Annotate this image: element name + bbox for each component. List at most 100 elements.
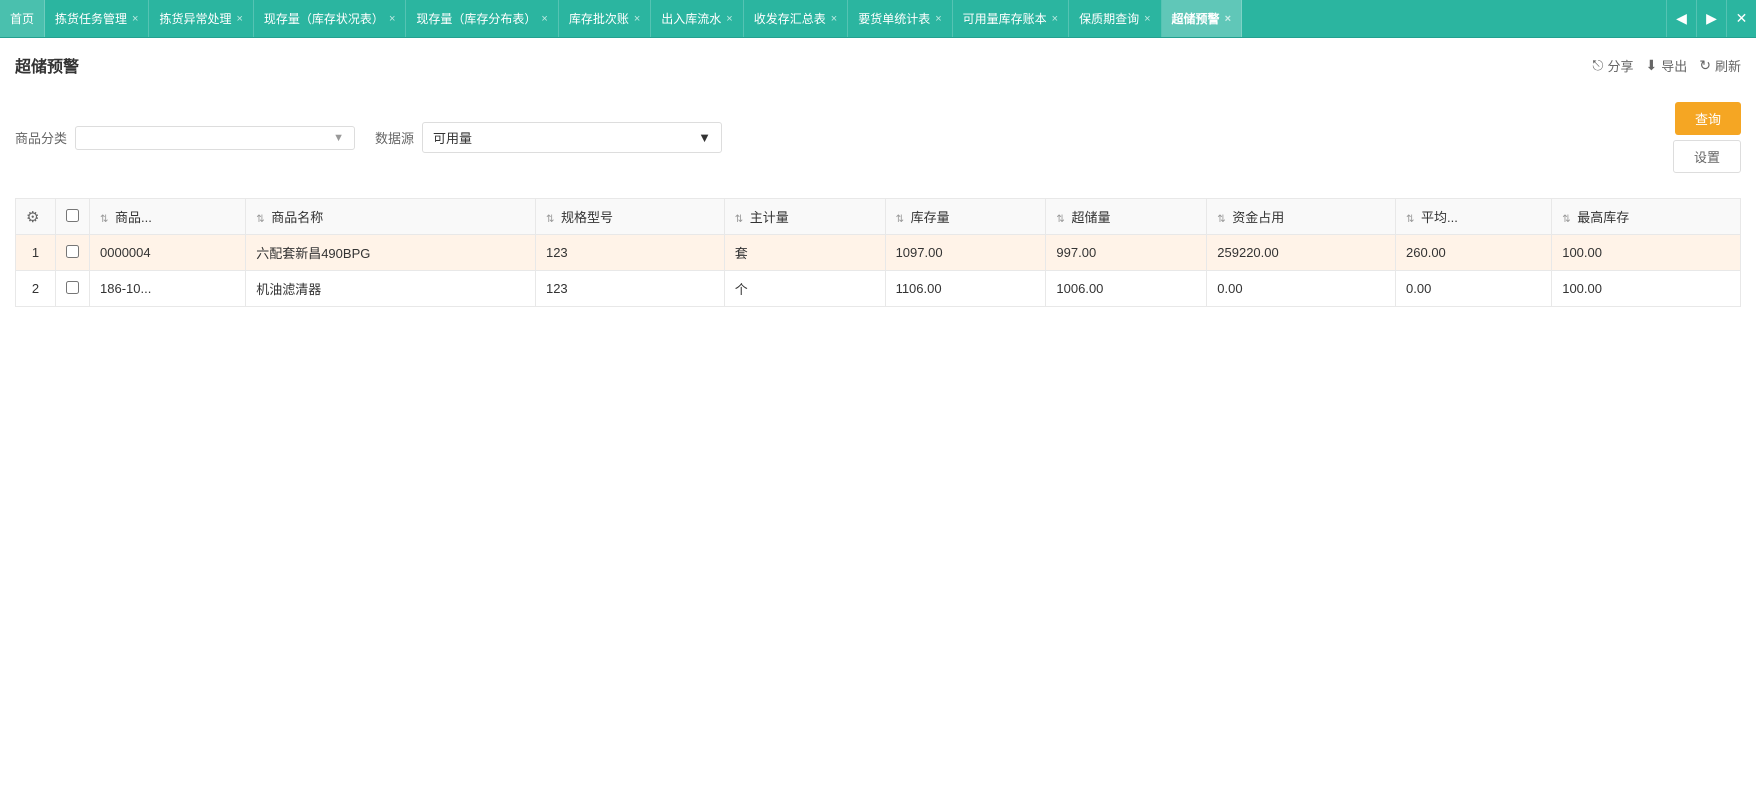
row-name: 六配套新昌490BPG xyxy=(246,235,536,271)
datasource-label: 数据源 xyxy=(375,128,414,147)
nav-arrows: ◀ ▶ ✕ xyxy=(1666,0,1756,37)
share-button[interactable]: ⎋ 分享 xyxy=(1592,56,1633,75)
row-name: 机油滤清器 xyxy=(246,271,536,307)
nav-requisition[interactable]: 要货单统计表 × xyxy=(848,0,952,37)
sort-icon: ⇅ xyxy=(1056,214,1064,225)
export-icon: ⬇ xyxy=(1646,57,1658,74)
close-icon[interactable]: × xyxy=(831,13,837,25)
row-unit: 个 xyxy=(724,271,885,307)
sort-icon: ⇅ xyxy=(1562,214,1570,225)
filter-buttons: 查询 设置 xyxy=(1673,102,1741,173)
data-table: ⚙ ⇅ 商品... ⇅ 商品名称 ⇅ 规格型号 ⇅ xyxy=(15,198,1741,307)
nav-inventory-status[interactable]: 现存量（库存状况表） × xyxy=(254,0,406,37)
th-settings: ⚙ xyxy=(16,199,56,235)
sort-icon: ⇅ xyxy=(735,214,743,225)
row-avg: 260.00 xyxy=(1396,235,1552,271)
category-label: 商品分类 xyxy=(15,128,67,147)
nav-next-arrow[interactable]: ▶ xyxy=(1696,0,1726,37)
export-button[interactable]: ⬇ 导出 xyxy=(1646,56,1688,75)
row-checkbox[interactable] xyxy=(66,245,79,258)
th-maxstock[interactable]: ⇅ 最高库存 xyxy=(1552,199,1741,235)
row-spec: 123 xyxy=(535,235,724,271)
row-over: 1006.00 xyxy=(1046,271,1207,307)
row-capital: 0.00 xyxy=(1207,271,1396,307)
row-maxstock: 100.00 xyxy=(1552,271,1741,307)
gear-icon[interactable]: ⚙ xyxy=(26,209,39,226)
row-maxstock: 100.00 xyxy=(1552,235,1741,271)
nav-home[interactable]: 首页 xyxy=(0,0,45,37)
table-row: 2 186-10... 机油滤清器 123 个 1106.00 1006.00 … xyxy=(16,271,1741,307)
close-icon[interactable]: × xyxy=(541,13,547,25)
table-body: 1 0000004 六配套新昌490BPG 123 套 1097.00 997.… xyxy=(16,235,1741,307)
row-code: 0000004 xyxy=(90,235,246,271)
row-spec: 123 xyxy=(535,271,724,307)
nav-task-mgmt[interactable]: 拣货任务管理 × xyxy=(45,0,149,37)
th-stock[interactable]: ⇅ 库存量 xyxy=(885,199,1046,235)
row-avg: 0.00 xyxy=(1396,271,1552,307)
row-unit: 套 xyxy=(724,235,885,271)
row-over: 997.00 xyxy=(1046,235,1207,271)
close-icon[interactable]: × xyxy=(389,13,395,25)
row-checkbox-cell xyxy=(56,235,90,271)
close-icon[interactable]: × xyxy=(1052,13,1058,25)
category-select[interactable]: ▼ xyxy=(75,126,355,150)
th-unit[interactable]: ⇅ 主计量 xyxy=(724,199,885,235)
page-title: 超储预警 xyxy=(15,53,79,77)
header-actions: ⎋ 分享 ⬇ 导出 ↻ 刷新 xyxy=(1592,56,1741,75)
nav-expiry[interactable]: 保质期查询 × xyxy=(1069,0,1161,37)
close-icon[interactable]: × xyxy=(1144,13,1150,25)
nav-inout-flow[interactable]: 出入库流水 × xyxy=(651,0,743,37)
sort-icon: ⇅ xyxy=(100,214,108,225)
table-header: ⚙ ⇅ 商品... ⇅ 商品名称 ⇅ 规格型号 ⇅ xyxy=(16,199,1741,235)
sort-icon: ⇅ xyxy=(896,214,904,225)
row-checkbox[interactable] xyxy=(66,281,79,294)
sort-icon: ⇅ xyxy=(256,214,264,225)
datasource-select[interactable]: 可用量 ▼ xyxy=(422,122,722,153)
filter-row: 商品分类 ▼ 数据源 可用量 ▼ 查询 设置 xyxy=(15,92,1741,183)
th-over[interactable]: ⇅ 超储量 xyxy=(1046,199,1207,235)
th-capital[interactable]: ⇅ 资金占用 xyxy=(1207,199,1396,235)
nav-batch[interactable]: 库存批次账 × xyxy=(559,0,651,37)
close-icon[interactable]: × xyxy=(726,13,732,25)
chevron-down-icon: ▼ xyxy=(698,130,711,145)
row-checkbox-cell xyxy=(56,271,90,307)
th-check xyxy=(56,199,90,235)
close-icon[interactable]: × xyxy=(935,13,941,25)
row-code: 186-10... xyxy=(90,271,246,307)
category-filter: 商品分类 ▼ xyxy=(15,126,355,150)
close-icon[interactable]: × xyxy=(132,13,138,25)
close-icon[interactable]: × xyxy=(236,13,242,25)
sort-icon: ⇅ xyxy=(1406,214,1414,225)
row-stock: 1106.00 xyxy=(885,271,1046,307)
nav-exception[interactable]: 拣货异常处理 × xyxy=(149,0,253,37)
datasource-value: 可用量 xyxy=(433,128,472,147)
row-capital: 259220.00 xyxy=(1207,235,1396,271)
share-icon: ⎋ xyxy=(1592,57,1603,74)
page-container: 超储预警 ⎋ 分享 ⬇ 导出 ↻ 刷新 商品分类 ▼ 数据源 xyxy=(0,38,1756,800)
row-stock: 1097.00 xyxy=(885,235,1046,271)
select-all-checkbox[interactable] xyxy=(66,209,79,222)
refresh-icon: ↻ xyxy=(1699,57,1711,74)
query-button[interactable]: 查询 xyxy=(1675,102,1741,135)
nav-available-stock[interactable]: 可用量库存账本 × xyxy=(953,0,1069,37)
nav-prev-arrow[interactable]: ◀ xyxy=(1666,0,1696,37)
nav-overstock[interactable]: 超储预警 × xyxy=(1162,0,1242,37)
chevron-down-icon: ▼ xyxy=(333,132,344,144)
table-row: 1 0000004 六配套新昌490BPG 123 套 1097.00 997.… xyxy=(16,235,1741,271)
sort-icon: ⇅ xyxy=(1217,214,1225,225)
row-num: 2 xyxy=(16,271,56,307)
close-icon[interactable]: × xyxy=(634,13,640,25)
sort-icon: ⇅ xyxy=(546,214,554,225)
row-num: 1 xyxy=(16,235,56,271)
page-header: 超储预警 ⎋ 分享 ⬇ 导出 ↻ 刷新 xyxy=(15,53,1741,77)
refresh-button[interactable]: ↻ 刷新 xyxy=(1699,56,1741,75)
settings-button[interactable]: 设置 xyxy=(1673,140,1741,173)
th-code[interactable]: ⇅ 商品... xyxy=(90,199,246,235)
close-icon[interactable]: × xyxy=(1225,13,1231,25)
th-spec[interactable]: ⇅ 规格型号 xyxy=(535,199,724,235)
nav-inventory-dist[interactable]: 现存量（库存分布表） × xyxy=(406,0,558,37)
th-avg[interactable]: ⇅ 平均... xyxy=(1396,199,1552,235)
nav-summary[interactable]: 收发存汇总表 × xyxy=(744,0,848,37)
th-name[interactable]: ⇅ 商品名称 xyxy=(246,199,536,235)
nav-close-all[interactable]: ✕ xyxy=(1726,0,1756,37)
